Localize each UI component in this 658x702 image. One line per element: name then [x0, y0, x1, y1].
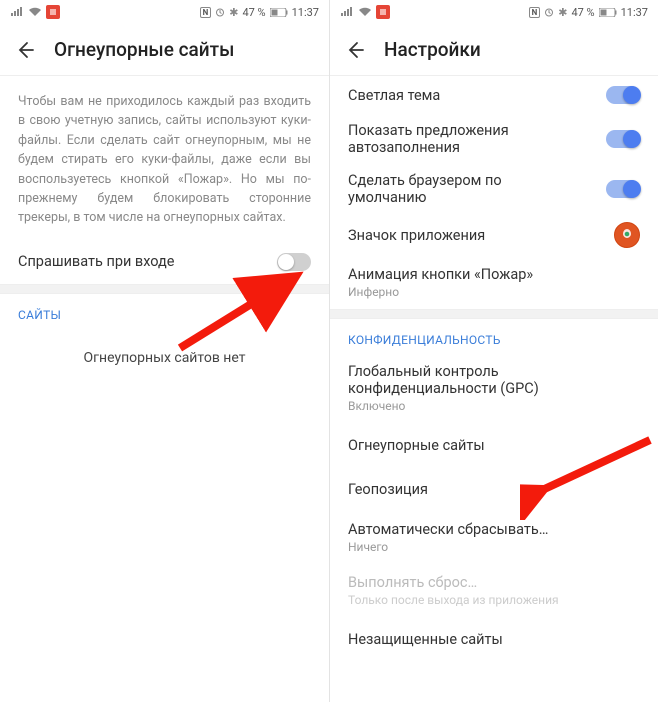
battery-icon — [270, 8, 288, 17]
battery-percent: 47 % — [242, 6, 265, 19]
fireproof-sites-label: Огнеупорные сайты — [348, 437, 485, 454]
notification-badge — [46, 5, 60, 19]
alarm-icon — [544, 7, 554, 17]
alarm-icon — [215, 7, 225, 17]
autofill-row[interactable]: Показать предложения автозаполнения — [330, 114, 658, 164]
battery-percent: 47 % — [571, 6, 594, 19]
bluetooth-icon: ✱ — [558, 6, 567, 19]
autoclear-row[interactable]: Автоматически сбрасывать… Ничего — [330, 511, 658, 564]
nfc-icon: N — [529, 7, 541, 18]
description-text: Чтобы вам не приходилось каждый раз вход… — [0, 76, 329, 240]
fire-animation-row[interactable]: Анимация кнопки «Пожар» Инферно — [330, 256, 658, 309]
fire-animation-label: Анимация кнопки «Пожар» — [348, 266, 533, 283]
ask-on-login-row[interactable]: Спрашивать при входе — [0, 240, 329, 284]
wifi-icon — [358, 7, 372, 17]
ask-on-login-label: Спрашивать при входе — [18, 253, 174, 270]
wifi-icon — [28, 7, 42, 17]
separator — [330, 309, 658, 319]
header: Настройки — [330, 24, 658, 76]
autoclear-value: Ничего — [348, 540, 388, 554]
light-theme-row[interactable]: Светлая тема — [330, 76, 658, 114]
gpc-row[interactable]: Глобальный контроль конфиденциальности (… — [330, 353, 658, 423]
back-button[interactable] — [14, 39, 36, 61]
privacy-section-label: КОНФИДЕНЦИАЛЬНОСТЬ — [330, 319, 658, 353]
signal-icon — [340, 7, 354, 17]
ask-on-login-toggle[interactable] — [277, 253, 311, 271]
sites-section-label: САЙТЫ — [0, 294, 329, 328]
app-icon-row[interactable]: Значок приложения — [330, 214, 658, 256]
gpc-value: Включено — [348, 399, 405, 413]
autoclear-label: Автоматически сбрасывать… — [348, 521, 548, 538]
bluetooth-icon: ✱ — [229, 6, 238, 19]
reset-sub: Только после выхода из приложения — [348, 593, 559, 607]
page-title: Настройки — [384, 38, 481, 61]
reset-label: Выполнять сброс… — [348, 574, 477, 591]
gpc-label: Глобальный контроль конфиденциальности (… — [348, 363, 640, 397]
clock-text: 11:37 — [621, 6, 648, 19]
signal-icon — [10, 7, 24, 17]
default-browser-toggle[interactable] — [606, 180, 640, 198]
geolocation-row[interactable]: Геопозиция — [330, 467, 658, 511]
insecure-sites-row[interactable]: Незащищенные сайты — [330, 617, 658, 661]
app-icon-preview — [614, 222, 640, 248]
clock-text: 11:37 — [292, 6, 319, 19]
insecure-sites-label: Незащищенные сайты — [348, 631, 503, 648]
empty-sites-text: Огнеупорных сайтов нет — [0, 328, 329, 388]
reset-row: Выполнять сброс… Только после выхода из … — [330, 564, 658, 617]
back-button[interactable] — [344, 39, 366, 61]
autofill-label: Показать предложения автозаполнения — [348, 122, 568, 156]
light-theme-label: Светлая тема — [348, 87, 440, 104]
fire-animation-value: Инферно — [348, 285, 399, 299]
status-bar: N ✱ 47 % 11:37 — [0, 0, 329, 24]
nfc-icon: N — [200, 7, 212, 18]
geolocation-label: Геопозиция — [348, 481, 428, 498]
default-browser-label: Сделать браузером по умолчанию — [348, 172, 568, 206]
screen-fireproof: N ✱ 47 % 11:37 Огнеупорные сайты Чтобы в… — [0, 0, 329, 702]
fireproof-sites-row[interactable]: Огнеупорные сайты — [330, 423, 658, 467]
light-theme-toggle[interactable] — [606, 86, 640, 104]
page-title: Огнеупорные сайты — [54, 38, 234, 61]
screen-settings: N ✱ 47 % 11:37 Настройки Светлая тема По… — [329, 0, 658, 702]
header: Огнеупорные сайты — [0, 24, 329, 76]
battery-icon — [599, 8, 617, 17]
status-bar: N ✱ 47 % 11:37 — [330, 0, 658, 24]
notification-badge — [376, 5, 390, 19]
default-browser-row[interactable]: Сделать браузером по умолчанию — [330, 164, 658, 214]
autofill-toggle[interactable] — [606, 130, 640, 148]
separator — [0, 284, 329, 294]
app-icon-label: Значок приложения — [348, 227, 485, 244]
